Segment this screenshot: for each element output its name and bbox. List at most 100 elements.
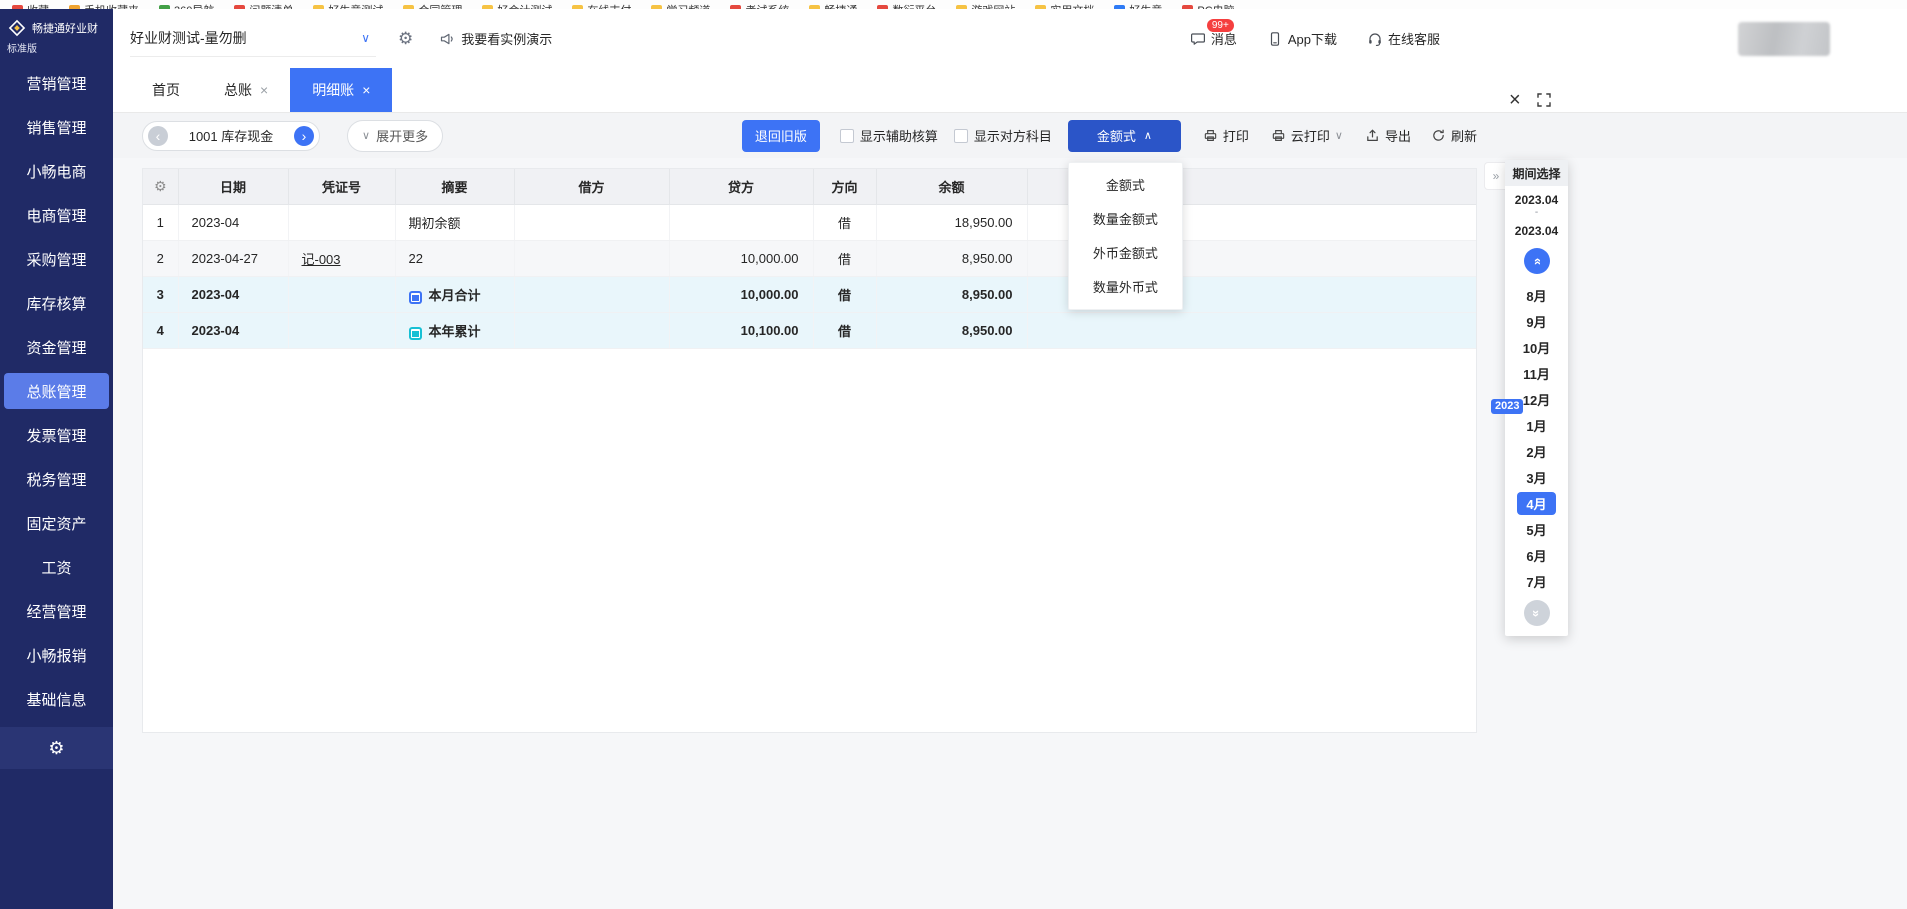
tab-close-icon[interactable]: ×	[260, 82, 268, 98]
tab-close-icon[interactable]: ×	[362, 82, 370, 98]
month-item[interactable]: 8月	[1505, 282, 1568, 308]
month-item[interactable]: 7月	[1505, 568, 1568, 594]
online-service-button[interactable]: 在线客服	[1367, 29, 1440, 48]
sidebar-item[interactable]: 发票管理	[0, 413, 113, 457]
columns-settings-gear-icon[interactable]: ⚙	[143, 169, 179, 205]
month-item[interactable]: 4月	[1505, 490, 1568, 516]
month-item[interactable]: 9月	[1505, 308, 1568, 334]
bookmark-item[interactable]: 手机收藏夹	[69, 2, 139, 9]
demo-link[interactable]: 我要看实例演示	[439, 29, 552, 48]
month-item[interactable]: 11月	[1505, 360, 1568, 386]
month-item[interactable]: 3月	[1505, 464, 1568, 490]
month-item[interactable]: 10月	[1505, 334, 1568, 360]
expand-more-button[interactable]: ∨ 展开更多	[347, 119, 444, 152]
prev-account-button[interactable]: ‹	[148, 125, 168, 146]
sidebar-item[interactable]: 总账管理	[0, 369, 113, 413]
sidebar-settings-button[interactable]: ⚙	[0, 727, 113, 769]
tab[interactable]: 总账 ×	[202, 68, 290, 112]
cell-direction: 借	[813, 240, 877, 277]
show-aux-checkbox[interactable]: 显示辅助核算	[839, 126, 938, 145]
messages-button[interactable]: 消息 99+	[1190, 18, 1237, 48]
phone-icon	[1270, 31, 1279, 46]
account-selector[interactable]: ‹ 1001 库存现金 ›	[142, 120, 320, 151]
bookmark-item[interactable]: 360导航	[159, 2, 214, 9]
back-to-old-button[interactable]: 退回旧版	[741, 119, 820, 152]
cell-filler	[1027, 312, 1476, 349]
double-chevron-up-icon: »	[1528, 257, 1544, 265]
cell-summary: 本年累计	[395, 312, 515, 349]
header-gear-button[interactable]: ⚙	[398, 29, 413, 49]
sidebar-item[interactable]: 营销管理	[0, 61, 113, 105]
amount-style-menu-item[interactable]: 数量外币式	[1069, 270, 1182, 304]
messages-count-badge: 99+	[1205, 18, 1235, 33]
table-row[interactable]: 2 2023-04-27 记-003 22 10,000.00 借 8,950.00	[143, 240, 1476, 277]
bookmark-item[interactable]: 问题清单	[234, 2, 293, 9]
amount-style-menu-item[interactable]: 金额式	[1069, 168, 1182, 202]
refresh-button[interactable]: 刷新	[1431, 126, 1477, 145]
bookmark-item[interactable]: 考试系统	[730, 2, 789, 9]
sidebar-item[interactable]: 固定资产	[0, 501, 113, 545]
bookmark-label: 在线支付	[587, 2, 631, 9]
bookmark-item[interactable]: 实用文档	[1035, 2, 1094, 9]
tab-bar-tabs: 首页 总账 × 明细账 ×	[130, 68, 393, 112]
sidebar-item[interactable]: 库存核算	[0, 281, 113, 325]
cloud-print-button[interactable]: 云打印 ∨	[1271, 126, 1343, 145]
bookmark-item[interactable]: 收藏	[12, 2, 49, 9]
app-download-label: App下载	[1287, 32, 1337, 47]
month-item[interactable]: 1月	[1505, 412, 1568, 438]
bookmark-item[interactable]: 学习频道	[651, 2, 710, 9]
sidebar-item[interactable]: 采购管理	[0, 237, 113, 281]
table-row[interactable]: 1 2023-04 期初余额 借 18,950.00	[143, 204, 1476, 241]
next-account-button[interactable]: ›	[294, 125, 314, 146]
month-item[interactable]: 2月	[1505, 438, 1568, 464]
sidebar-item[interactable]: 销售管理	[0, 105, 113, 149]
bookmark-item[interactable]: 在线支付	[572, 2, 631, 9]
bookmark-label: 手机收藏夹	[84, 2, 139, 9]
app-download-button[interactable]: App下载	[1267, 29, 1337, 48]
month-item[interactable]: 5月	[1505, 516, 1568, 542]
bookmark-label: 考试系统	[745, 2, 789, 9]
bookmark-item[interactable]: 好会计测试	[482, 2, 552, 9]
sidebar-item[interactable]: 税务管理	[0, 457, 113, 501]
bookmark-item[interactable]: 好生意测试	[313, 2, 383, 9]
export-button[interactable]: 导出	[1365, 126, 1411, 145]
table-row[interactable]: 4 2023-04 本年累计 10,100.00 借 8,950.00	[143, 312, 1476, 349]
refresh-icon	[1433, 129, 1444, 141]
workspace-select[interactable]: 好业财测试-量勿删 ∨	[130, 20, 376, 57]
double-chevron-right-icon: »	[1492, 169, 1500, 183]
sidebar-item[interactable]: 经营管理	[0, 589, 113, 633]
sidebar-item[interactable]: 基础信息	[0, 677, 113, 721]
sidebar-item[interactable]: 工资	[0, 545, 113, 589]
sidebar-item[interactable]: 小畅报销	[0, 633, 113, 677]
tab[interactable]: 首页	[130, 68, 202, 112]
voucher-link[interactable]: 记-003	[302, 252, 341, 267]
amount-style-button[interactable]: 金额式 ∧	[1067, 119, 1181, 152]
scroll-up-button[interactable]: »	[1523, 248, 1550, 274]
chevron-up-icon: ∧	[1143, 130, 1152, 142]
column-header: 贷方	[669, 169, 814, 205]
sidebar-item[interactable]: 小畅电商	[0, 149, 113, 193]
print-button[interactable]: 打印	[1203, 126, 1249, 145]
amount-style-menu-item[interactable]: 数量金额式	[1069, 202, 1182, 236]
bookmark-item[interactable]: PC电脑	[1182, 2, 1235, 9]
bookmark-item[interactable]: 好生意	[1114, 2, 1162, 9]
scroll-down-button[interactable]: »	[1523, 600, 1550, 626]
period-collapse-button[interactable]: »	[1484, 162, 1507, 190]
table-row[interactable]: 3 2023-04 本月合计 10,000.00 借 8,950.00	[143, 276, 1476, 313]
bookmark-item[interactable]: 数衍平台	[877, 2, 936, 9]
close-icon[interactable]: ×	[1509, 90, 1521, 110]
bookmark-item[interactable]: 游戏网站	[956, 2, 1015, 9]
sidebar-item-label: 基础信息	[26, 691, 87, 709]
tab[interactable]: 明细账 ×	[290, 68, 393, 112]
show-counter-checkbox[interactable]: 显示对方科目	[953, 126, 1052, 145]
sidebar-item[interactable]: 电商管理	[0, 193, 113, 237]
fullscreen-icon[interactable]	[1536, 92, 1552, 108]
sidebar-item[interactable]: 资金管理	[0, 325, 113, 369]
table-header-row: ⚙ 日期 凭证号 摘要 借方 贷方 方向 余额	[143, 169, 1476, 205]
month-item[interactable]: 6月	[1505, 542, 1568, 568]
avatar[interactable]	[1738, 21, 1830, 56]
bookmark-item[interactable]: 合同管理	[403, 2, 462, 9]
amount-style-menu-item[interactable]: 外币金额式	[1069, 236, 1182, 270]
sidebar-item-label: 资金管理	[26, 339, 87, 357]
bookmark-item[interactable]: 畅捷通	[809, 2, 857, 9]
